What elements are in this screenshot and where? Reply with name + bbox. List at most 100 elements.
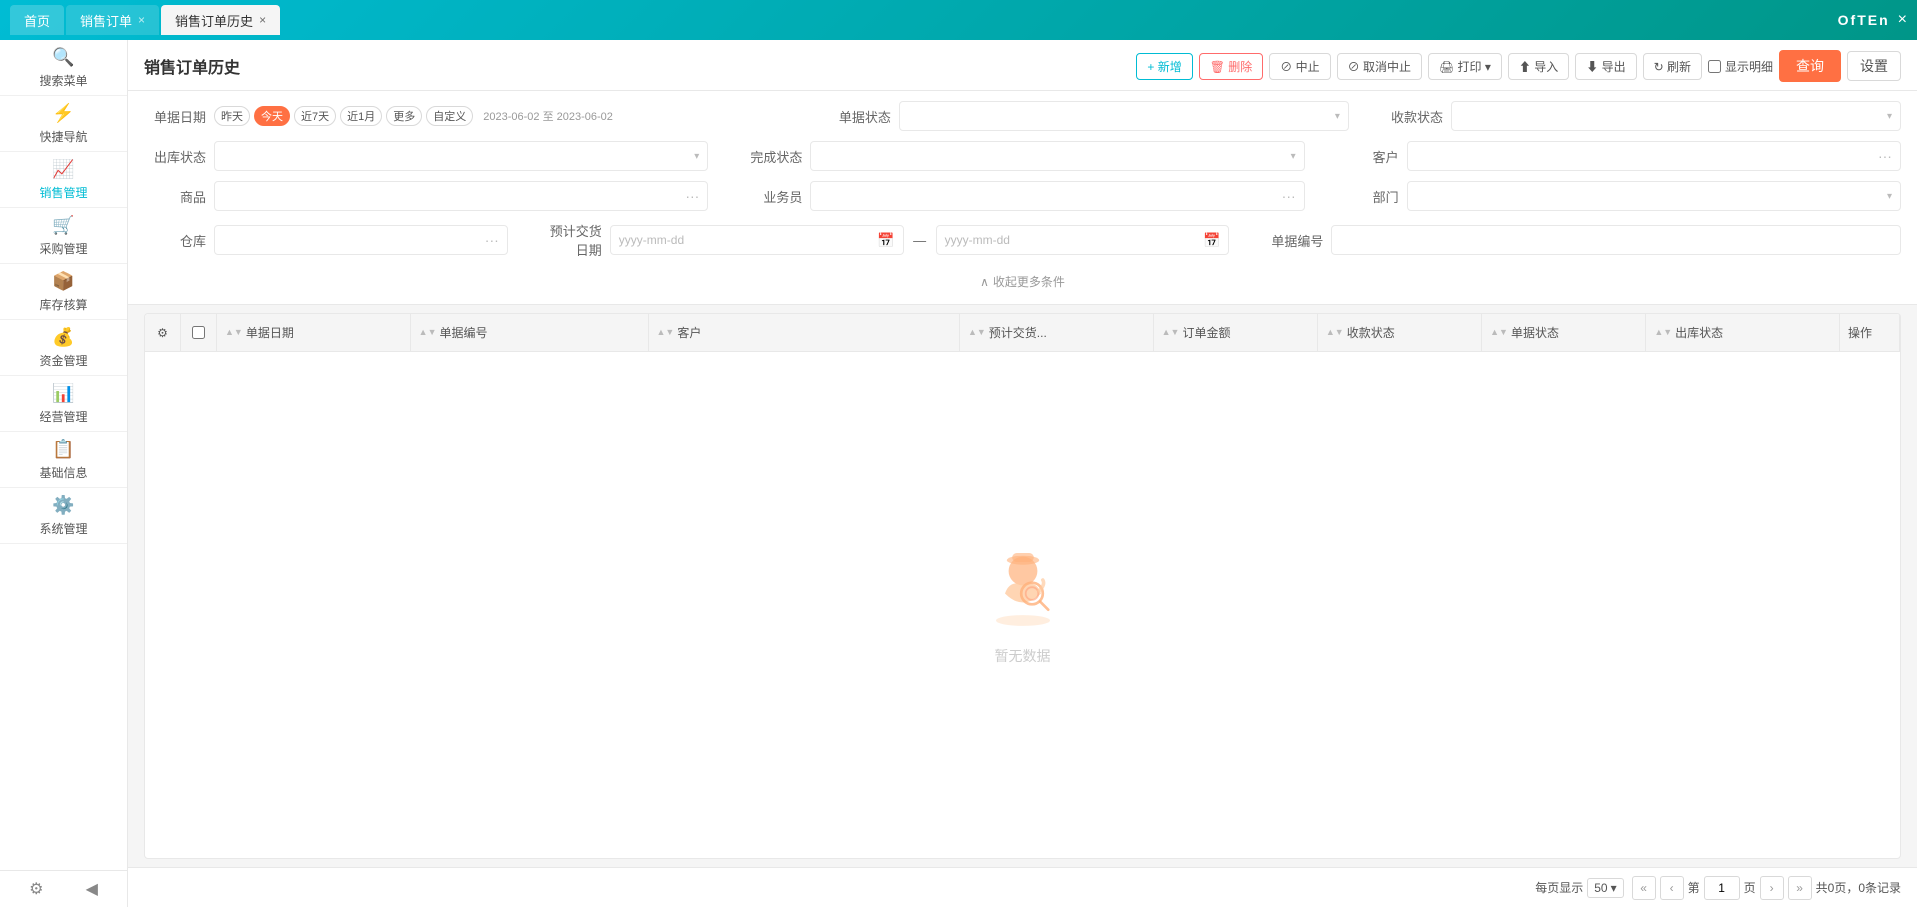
- display-toggle[interactable]: 显示明细: [1708, 58, 1773, 75]
- status-sort-icon: ▲▼: [1490, 328, 1508, 337]
- salesperson-field[interactable]: ···: [810, 181, 1304, 211]
- settings-button-label: 设置: [1860, 56, 1888, 76]
- sidebar-settings-icon[interactable]: ⚙: [29, 879, 43, 899]
- refresh-button[interactable]: ↻ 刷新: [1643, 53, 1702, 80]
- outbound-status-field[interactable]: ▾: [214, 141, 708, 171]
- date-btn-1month[interactable]: 近1月: [340, 106, 382, 126]
- select-all-checkbox[interactable]: [192, 326, 205, 339]
- sidebar-item-operation-mgmt[interactable]: 📊 经营管理: [0, 376, 127, 432]
- sidebar-item-sales-mgmt-label: 销售管理: [39, 184, 87, 201]
- payment-status-field[interactable]: ▾: [1451, 101, 1901, 131]
- print-button[interactable]: 🖨 打印 ▾: [1428, 53, 1502, 80]
- department-field[interactable]: ▾: [1407, 181, 1901, 211]
- th-delivery[interactable]: ▲▼ 预计交货...: [960, 314, 1154, 351]
- department-dropdown-icon: ▾: [1887, 191, 1892, 202]
- page-last-button[interactable]: »: [1788, 876, 1812, 900]
- operation-mgmt-icon: 📊: [52, 383, 74, 404]
- sidebar-item-purchase-mgmt[interactable]: 🛒 采购管理: [0, 208, 127, 264]
- th-date[interactable]: ▲▼ 单据日期: [217, 314, 411, 351]
- th-outbound-status[interactable]: ▲▼ 出库状态: [1646, 314, 1840, 351]
- sidebar-item-search-menu[interactable]: 🔍 搜索菜单: [0, 40, 127, 96]
- th-amount[interactable]: ▲▼ 订单金额: [1154, 314, 1318, 351]
- sidebar-item-system-mgmt-label: 系统管理: [39, 520, 87, 537]
- tab-sales-order[interactable]: 销售订单 ×: [66, 5, 159, 35]
- date-btn-yesterday[interactable]: 昨天: [214, 106, 250, 126]
- customer-field-dots: ···: [1878, 148, 1892, 164]
- sidebar-item-finance-mgmt[interactable]: 💰 资金管理: [0, 320, 127, 376]
- new-button-label: + 新增: [1147, 58, 1181, 75]
- bill-no-field[interactable]: [1331, 225, 1901, 255]
- calendar-end-icon[interactable]: 📅: [1203, 232, 1220, 249]
- th-outbound-status-label: 出库状态: [1675, 324, 1723, 341]
- sidebar-item-sales-mgmt[interactable]: 📈 销售管理: [0, 152, 127, 208]
- delivery-date-start-field[interactable]: yyyy-mm-dd 📅: [610, 225, 904, 255]
- page-size-dropdown[interactable]: 50 ▾: [1587, 878, 1623, 898]
- page-number-input[interactable]: [1704, 876, 1740, 900]
- stop-button[interactable]: ⊘ 中止: [1269, 53, 1330, 80]
- delivery-date-end-field[interactable]: yyyy-mm-dd 📅: [936, 225, 1230, 255]
- complete-status-field[interactable]: ▾: [810, 141, 1304, 171]
- th-checkbox[interactable]: [181, 314, 217, 351]
- goods-field[interactable]: ···: [214, 181, 708, 211]
- collapse-bar[interactable]: ∧ 收起更多条件: [144, 269, 1901, 294]
- inventory-check-icon: 📦: [52, 271, 74, 292]
- page-prev-button[interactable]: ‹: [1660, 876, 1684, 900]
- tab-sales-order-history[interactable]: 销售订单历史 ×: [161, 5, 280, 35]
- number-sort-icon: ▲▼: [419, 328, 437, 337]
- date-btn-today[interactable]: 今天: [254, 106, 290, 126]
- date-btn-7days[interactable]: 近7天: [294, 106, 336, 126]
- th-settings[interactable]: ⚙: [145, 314, 181, 351]
- th-number[interactable]: ▲▼ 单据编号: [411, 314, 649, 351]
- salesperson-field-dots: ···: [1282, 188, 1296, 204]
- filter-row-1: 单据日期 昨天 今天 近7天 近1月 更多: [144, 101, 1901, 131]
- tab-home[interactable]: 首页: [10, 5, 64, 35]
- export-button[interactable]: ⬇ 导出: [1575, 53, 1636, 80]
- page-first-button[interactable]: «: [1632, 876, 1656, 900]
- th-customer-label: 客户: [677, 324, 701, 341]
- th-date-label: 单据日期: [246, 324, 294, 341]
- th-bill-status[interactable]: ▲▼ 单据状态: [1482, 314, 1646, 351]
- calendar-start-icon[interactable]: 📅: [877, 232, 894, 249]
- th-payment-status[interactable]: ▲▼ 收款状态: [1318, 314, 1482, 351]
- warehouse-field[interactable]: ···: [214, 225, 508, 255]
- display-toggle-checkbox[interactable]: [1708, 60, 1721, 73]
- sidebar-item-finance-mgmt-label: 资金管理: [39, 352, 87, 369]
- system-mgmt-icon: ⚙️: [52, 495, 74, 516]
- complete-status-label: 完成状态: [740, 147, 810, 166]
- page-header: 销售订单历史 + 新增 🗑 删除 ⊘ 中止 ⊘ 取消中止 🖨 打印 ▾: [128, 40, 1917, 91]
- topbar-close-icon[interactable]: ×: [1898, 11, 1907, 29]
- toolbar: + 新增 🗑 删除 ⊘ 中止 ⊘ 取消中止 🖨 打印 ▾ ⬆ 导入: [1136, 50, 1901, 82]
- sidebar-item-system-mgmt[interactable]: ⚙️ 系统管理: [0, 488, 127, 544]
- th-action: 操作: [1840, 314, 1900, 351]
- sales-order-history-tab-close[interactable]: ×: [259, 13, 266, 27]
- sidebar-item-basic-info[interactable]: 📋 基础信息: [0, 432, 127, 488]
- sidebar-collapse-icon[interactable]: ◀: [86, 879, 98, 899]
- sales-order-tab-close[interactable]: ×: [138, 13, 145, 27]
- table-header: ⚙ ▲▼ 单据日期 ▲▼ 单据编号 ▲▼ 客户 ▲▼: [145, 314, 1900, 352]
- goods-label: 商品: [144, 187, 214, 206]
- main-layout: 🔍 搜索菜单 ⚡ 快捷导航 📈 销售管理 🛒 采购管理 📦 库存核算 💰 资金管…: [0, 40, 1917, 907]
- date-btn-more[interactable]: 更多: [386, 106, 422, 126]
- page-next-button[interactable]: ›: [1760, 876, 1784, 900]
- sidebar-item-inventory-check-label: 库存核算: [39, 296, 87, 313]
- warehouse-label: 仓库: [144, 231, 214, 250]
- quick-nav-icon: ⚡: [52, 103, 74, 124]
- import-button[interactable]: ⬆ 导入: [1508, 53, 1569, 80]
- sidebar-item-purchase-mgmt-label: 采购管理: [39, 240, 87, 257]
- query-button[interactable]: 查询: [1779, 50, 1841, 82]
- finance-mgmt-icon: 💰: [52, 327, 74, 348]
- customer-label: 客户: [1337, 147, 1407, 166]
- delete-button[interactable]: 🗑 删除: [1199, 53, 1264, 80]
- sales-order-tab-label: 销售订单: [80, 11, 132, 30]
- cancel-stop-button[interactable]: ⊘ 取消中止: [1337, 53, 1422, 80]
- bill-status-label: 单据状态: [829, 107, 899, 126]
- sidebar-item-inventory-check[interactable]: 📦 库存核算: [0, 264, 127, 320]
- th-customer[interactable]: ▲▼ 客户: [649, 314, 960, 351]
- date-btn-custom[interactable]: 自定义: [426, 106, 473, 126]
- settings-button[interactable]: 设置: [1847, 51, 1901, 81]
- th-delivery-label: 预计交货...: [989, 324, 1047, 341]
- customer-field[interactable]: ···: [1407, 141, 1901, 171]
- sidebar-item-quick-nav[interactable]: ⚡ 快捷导航: [0, 96, 127, 152]
- new-button[interactable]: + 新增: [1136, 53, 1192, 80]
- bill-status-field[interactable]: ▾: [899, 101, 1349, 131]
